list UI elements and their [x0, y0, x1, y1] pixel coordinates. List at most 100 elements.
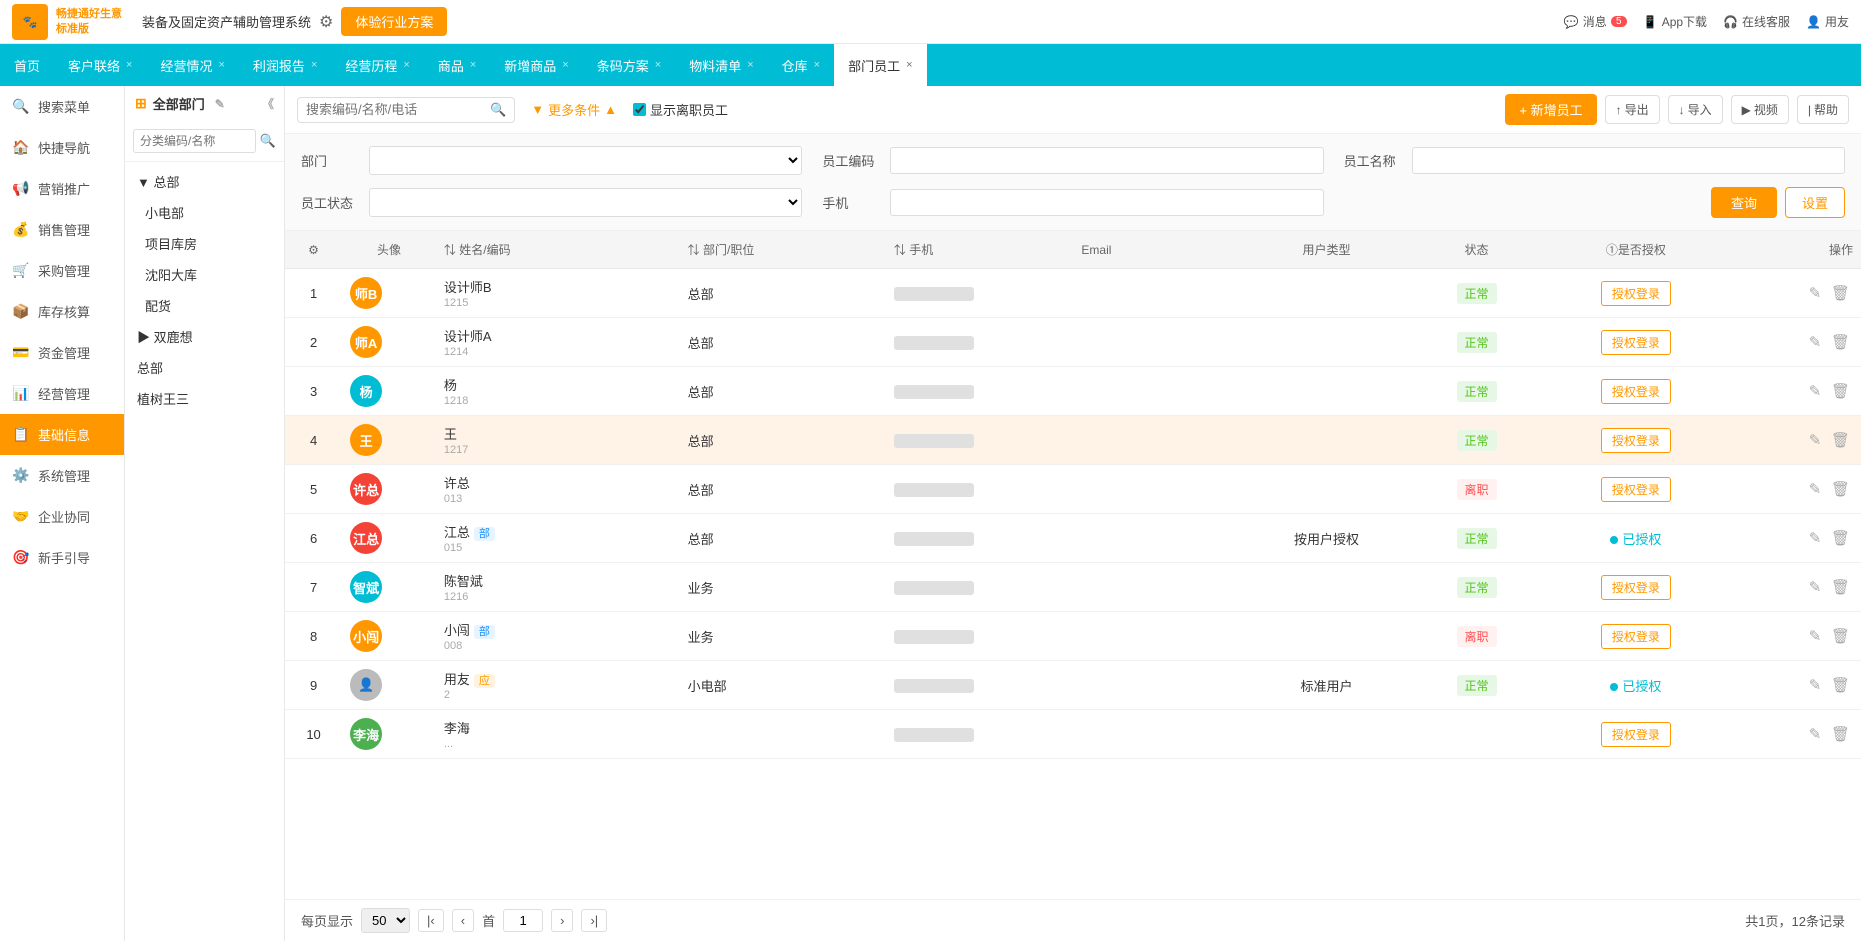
- delete-icon[interactable]: 🗑: [1831, 628, 1850, 645]
- close-tab-icon[interactable]: ×: [311, 59, 317, 71]
- import-button[interactable]: ↓ 导入: [1668, 95, 1723, 124]
- delete-icon[interactable]: 🗑: [1831, 726, 1850, 743]
- delete-icon[interactable]: 🗑: [1831, 677, 1850, 694]
- sidebar-item-系统管理[interactable]: ⚙️系统管理: [0, 455, 124, 496]
- sidebar-item-快捷导航[interactable]: 🏠快捷导航: [0, 127, 124, 168]
- nav-tab-条码方案[interactable]: 条码方案×: [583, 44, 675, 86]
- search-input[interactable]: [306, 102, 486, 117]
- add-employee-button[interactable]: + 新增员工: [1505, 94, 1596, 125]
- close-tab-icon[interactable]: ×: [906, 59, 912, 71]
- edit-icon[interactable]: ✎: [1809, 579, 1822, 596]
- close-tab-icon[interactable]: ×: [747, 59, 753, 71]
- last-page-button[interactable]: ›|: [581, 909, 607, 932]
- close-tab-icon[interactable]: ×: [218, 59, 224, 71]
- edit-icon[interactable]: ✎: [1809, 677, 1822, 694]
- col-header-dept[interactable]: ⇅ 部门/职位: [680, 231, 886, 269]
- dept-tree-item[interactable]: 配货: [125, 290, 284, 321]
- delete-icon[interactable]: 🗑: [1831, 285, 1850, 302]
- edit-dept-icon[interactable]: ✎: [215, 97, 225, 111]
- auth-button[interactable]: 授权登录: [1601, 428, 1671, 453]
- auth-button[interactable]: 授权登录: [1601, 624, 1671, 649]
- sidebar-item-搜索菜单[interactable]: 🔍搜索菜单: [0, 86, 124, 127]
- dept-tree-item[interactable]: ▶ 双鹿想: [125, 321, 284, 352]
- sidebar-item-资金管理[interactable]: 💳资金管理: [0, 332, 124, 373]
- sidebar-item-销售管理[interactable]: 💰销售管理: [0, 209, 124, 250]
- edit-icon[interactable]: ✎: [1809, 334, 1822, 351]
- auth-button[interactable]: 授权登录: [1601, 575, 1671, 600]
- close-tab-icon[interactable]: ×: [403, 59, 409, 71]
- emp-status-select[interactable]: [369, 188, 802, 217]
- auth-button[interactable]: 授权登录: [1601, 477, 1671, 502]
- dept-tree-item[interactable]: ▼ 总部: [125, 166, 284, 197]
- nav-tab-物料清单[interactable]: 物料清单×: [675, 44, 767, 86]
- collapse-button[interactable]: 《: [262, 95, 274, 112]
- next-page-button[interactable]: ›: [551, 909, 573, 932]
- dept-tree-item[interactable]: 小电部: [125, 197, 284, 228]
- delete-icon[interactable]: 🗑: [1831, 579, 1850, 596]
- delete-icon[interactable]: 🗑: [1831, 530, 1850, 547]
- page-size-select[interactable]: 50: [361, 908, 410, 933]
- col-header-name[interactable]: ⇅ 姓名/编码: [436, 231, 680, 269]
- show-resigned-checkbox[interactable]: 显示离职员工: [633, 100, 728, 119]
- search-button[interactable]: 查询: [1711, 187, 1777, 218]
- dept-tree-item[interactable]: 项目库房: [125, 228, 284, 259]
- settings-icon[interactable]: ⚙: [319, 12, 333, 32]
- auth-button[interactable]: 授权登录: [1601, 379, 1671, 404]
- nav-tab-经营情况[interactable]: 经营情况×: [146, 44, 238, 86]
- nav-tab-新增商品[interactable]: 新增商品×: [490, 44, 582, 86]
- sidebar-item-库存核算[interactable]: 📦库存核算: [0, 291, 124, 332]
- nav-tab-商品[interactable]: 商品×: [424, 44, 490, 86]
- view-button[interactable]: ▶ 视频: [1731, 95, 1789, 124]
- dept-tree-item[interactable]: 植树王三: [125, 383, 284, 414]
- sidebar-item-经营管理[interactable]: 📊经营管理: [0, 373, 124, 414]
- sidebar-item-企业协同[interactable]: 🤝企业协同: [0, 496, 124, 537]
- nav-tab-首页[interactable]: 首页: [0, 44, 54, 86]
- dept-search-input[interactable]: [133, 129, 256, 153]
- close-tab-icon[interactable]: ×: [655, 59, 661, 71]
- emp-name-input[interactable]: [1412, 147, 1845, 174]
- prev-page-button[interactable]: ‹: [452, 909, 474, 932]
- nav-tab-仓库[interactable]: 仓库×: [768, 44, 834, 86]
- sidebar-item-营销推广[interactable]: 📢营销推广: [0, 168, 124, 209]
- settings-button[interactable]: 设置: [1785, 187, 1845, 218]
- edit-icon[interactable]: ✎: [1809, 628, 1822, 645]
- delete-icon[interactable]: 🗑: [1831, 432, 1850, 449]
- help-button[interactable]: | 帮助: [1797, 95, 1849, 124]
- page-input[interactable]: [503, 909, 543, 932]
- edit-icon[interactable]: ✎: [1809, 432, 1822, 449]
- close-tab-icon[interactable]: ×: [126, 59, 132, 71]
- app-download-button[interactable]: 📱 App下载: [1643, 13, 1707, 30]
- auth-button[interactable]: 授权登录: [1601, 330, 1671, 355]
- edit-icon[interactable]: ✎: [1809, 726, 1822, 743]
- export-button[interactable]: ↑ 导出: [1605, 95, 1660, 124]
- sidebar-item-新手引导[interactable]: 🎯新手引导: [0, 537, 124, 578]
- sidebar-item-基础信息[interactable]: 📋基础信息: [0, 414, 124, 455]
- emp-code-input[interactable]: [890, 147, 1323, 174]
- nav-tab-客户联络[interactable]: 客户联络×: [54, 44, 146, 86]
- edit-icon[interactable]: ✎: [1809, 383, 1822, 400]
- dept-tree-item[interactable]: 沈阳大库: [125, 259, 284, 290]
- phone-input[interactable]: [890, 189, 1323, 216]
- all-dept-header[interactable]: ⊞ 全部部门 ✎ 《: [125, 86, 284, 121]
- user-button[interactable]: 👤 用友: [1806, 13, 1849, 30]
- nav-tab-利润报告[interactable]: 利润报告×: [239, 44, 331, 86]
- col-header-phone[interactable]: ⇅ 手机: [886, 231, 1074, 269]
- first-page-button[interactable]: |‹: [418, 909, 444, 932]
- close-tab-icon[interactable]: ×: [562, 59, 568, 71]
- show-resigned-input[interactable]: [633, 103, 646, 116]
- edit-icon[interactable]: ✎: [1809, 285, 1822, 302]
- edit-icon[interactable]: ✎: [1809, 530, 1822, 547]
- close-tab-icon[interactable]: ×: [814, 59, 820, 71]
- trial-button[interactable]: 体验行业方案: [341, 7, 447, 36]
- sidebar-item-采购管理[interactable]: 🛒采购管理: [0, 250, 124, 291]
- nav-tab-部门员工[interactable]: 部门员工×: [834, 44, 926, 86]
- close-tab-icon[interactable]: ×: [470, 59, 476, 71]
- delete-icon[interactable]: 🗑: [1831, 383, 1850, 400]
- dept-tree-item[interactable]: 总部: [125, 352, 284, 383]
- msg-button[interactable]: 💬 消息 5: [1564, 13, 1627, 30]
- auth-button[interactable]: 授权登录: [1601, 281, 1671, 306]
- edit-icon[interactable]: ✎: [1809, 481, 1822, 498]
- more-filters-button[interactable]: ▼ 更多条件 ▲: [523, 96, 625, 123]
- delete-icon[interactable]: 🗑: [1831, 334, 1850, 351]
- delete-icon[interactable]: 🗑: [1831, 481, 1850, 498]
